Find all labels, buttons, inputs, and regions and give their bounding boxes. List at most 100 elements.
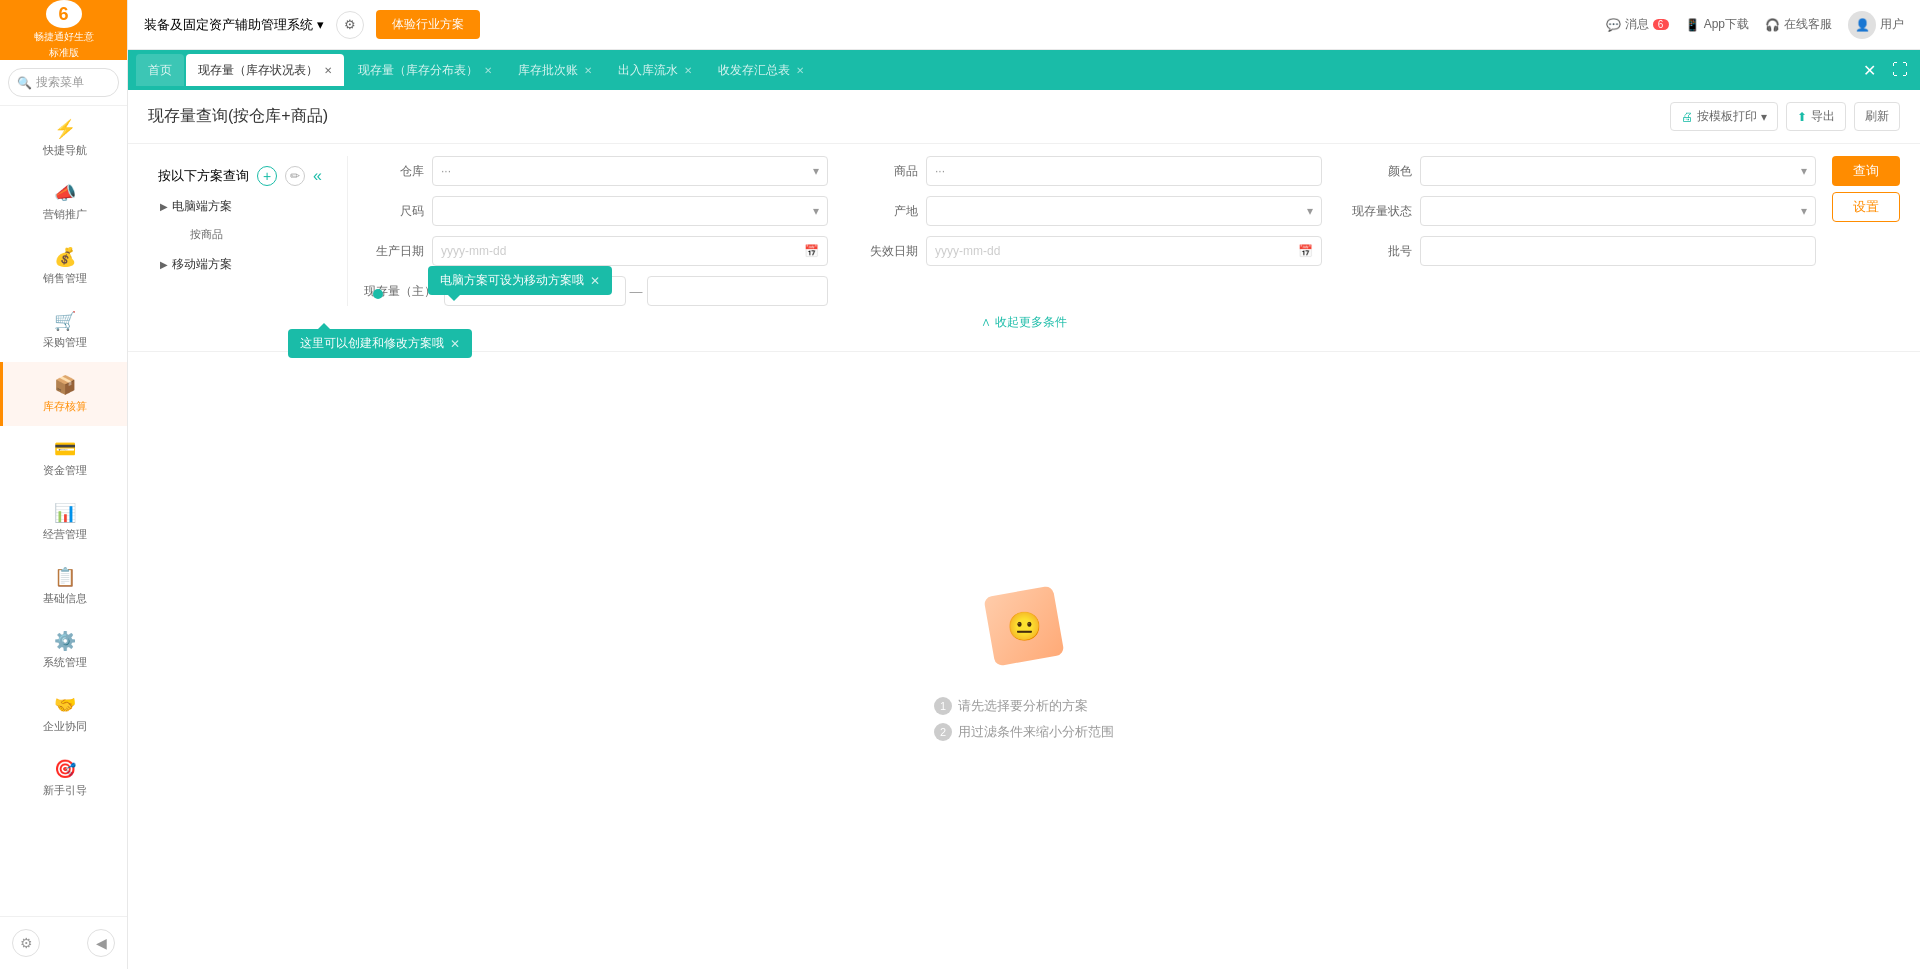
sidebar-item-system[interactable]: ⚙️ 系统管理 xyxy=(0,618,127,682)
origin-select[interactable]: ▾ xyxy=(926,196,1322,226)
export-button[interactable]: ⬆ 导出 xyxy=(1786,102,1846,131)
user-label: 用户 xyxy=(1880,16,1904,33)
page-title: 现存量查询(按仓库+商品) xyxy=(148,106,328,127)
hint-item-2: 2 用过滤条件来缩小分析范围 xyxy=(934,723,1114,741)
tab-collect-close[interactable]: ✕ xyxy=(796,65,804,76)
tooltip2-close-button[interactable]: ✕ xyxy=(450,337,460,351)
batch-label: 批号 xyxy=(1352,243,1412,260)
support-label: 在线客服 xyxy=(1784,16,1832,33)
collapse-label: 收起更多条件 xyxy=(995,315,1067,329)
quick-label: 快捷导航 xyxy=(43,143,87,158)
notice-icon: 💬 xyxy=(1606,18,1621,32)
tab-batch-close[interactable]: ✕ xyxy=(584,65,592,76)
desktop-arrow-icon: ▶ xyxy=(160,201,168,212)
industry-btn[interactable]: 体验行业方案 xyxy=(376,10,480,39)
expiry-date-placeholder: yyyy-mm-dd xyxy=(935,244,1000,258)
topbar: 装备及固定资产辅助管理系统 ▾ ⚙ 体验行业方案 💬 消息 6 📱 App下载 … xyxy=(128,0,1920,50)
sidebar-item-basic[interactable]: 📋 基础信息 xyxy=(0,554,127,618)
expiry-date-input[interactable]: yyyy-mm-dd 📅 xyxy=(926,236,1322,266)
sidebar-item-collab[interactable]: 🤝 企业协同 xyxy=(0,682,127,746)
print-icon: 🖨 xyxy=(1681,110,1693,124)
stock-status-filter-row: 现存量状态 ▾ xyxy=(1352,196,1816,226)
size-dropdown-icon: ▾ xyxy=(813,204,819,218)
size-select[interactable]: ▾ xyxy=(432,196,828,226)
tab-batch[interactable]: 库存批次账 ✕ xyxy=(506,54,604,86)
hint-text-2: 用过滤条件来缩小分析范围 xyxy=(958,723,1114,741)
product-filter-row: 商品 ··· xyxy=(858,156,1322,186)
tooltip1-close-button[interactable]: ✕ xyxy=(590,274,600,288)
tab-home[interactable]: 首页 xyxy=(136,54,184,86)
tab-collect[interactable]: 收发存汇总表 ✕ xyxy=(706,54,816,86)
color-select[interactable]: ▾ xyxy=(1420,156,1816,186)
filter-top-row: 按以下方案查询 + ✏ « xyxy=(158,166,337,186)
user-profile[interactable]: 👤 用户 xyxy=(1848,11,1904,39)
stock-main-max-input[interactable] xyxy=(647,276,829,306)
sidebar-item-operation[interactable]: 📊 经营管理 xyxy=(0,490,127,554)
search-menu-input[interactable]: 🔍 搜索菜单 xyxy=(8,68,119,97)
sub-scheme-item[interactable]: 按商品 xyxy=(174,223,337,246)
sidebar-item-finance[interactable]: 💳 资金管理 xyxy=(0,426,127,490)
scheme-mobile-group[interactable]: ▶ 移动端方案 xyxy=(158,252,337,277)
sales-label: 销售管理 xyxy=(43,271,87,286)
tab-inventory-dist[interactable]: 现存量（库存分布表） ✕ xyxy=(346,54,504,86)
sidebar-item-purchase[interactable]: 🛒 采购管理 xyxy=(0,298,127,362)
empty-illustration xyxy=(974,581,1074,681)
maximize-button[interactable]: ⛶ xyxy=(1888,57,1912,83)
warehouse-select[interactable]: ··· ▾ xyxy=(432,156,828,186)
guide-label: 新手引导 xyxy=(43,783,87,798)
system-label: 系统管理 xyxy=(43,655,87,670)
topbar-left: 装备及固定资产辅助管理系统 ▾ ⚙ 体验行业方案 xyxy=(144,10,480,39)
add-scheme-button[interactable]: + xyxy=(257,166,277,186)
quick-icon: ⚡ xyxy=(54,118,76,140)
print-dropdown-icon: ▾ xyxy=(1761,110,1767,124)
tab-batch-label: 库存批次账 xyxy=(518,62,578,79)
warehouse-dots: ··· xyxy=(441,164,451,178)
settings-button[interactable]: ⚙ xyxy=(12,929,40,957)
sidebar-item-guide[interactable]: 🎯 新手引导 xyxy=(0,746,127,810)
origin-dropdown-icon: ▾ xyxy=(1307,204,1313,218)
scheme-sub-items: 按商品 xyxy=(158,223,337,246)
tab-inventory-dist-close[interactable]: ✕ xyxy=(484,65,492,76)
manufacture-date-placeholder: yyyy-mm-dd xyxy=(441,244,506,258)
action-buttons: 查询 设置 xyxy=(1832,156,1900,306)
refresh-button[interactable]: 刷新 xyxy=(1854,102,1900,131)
stock-status-select[interactable]: ▾ xyxy=(1420,196,1816,226)
sidebar-search-area[interactable]: 🔍 搜索菜单 xyxy=(0,60,127,106)
support-button[interactable]: 🎧 在线客服 xyxy=(1765,16,1832,33)
calendar-icon: 📅 xyxy=(804,244,819,258)
back-button[interactable]: « xyxy=(313,167,322,185)
app-download-button[interactable]: 📱 App下载 xyxy=(1685,16,1749,33)
close-all-button[interactable]: ✕ xyxy=(1859,57,1880,84)
product-dots: ··· xyxy=(935,164,945,178)
sidebar: 6 畅捷通好生意 标准版 🔍 搜索菜单 ⚡ 快捷导航 📣 营销推广 💰 销售管理… xyxy=(0,0,128,969)
settings-gear-button[interactable]: ⚙ xyxy=(336,11,364,39)
system-name-dropdown[interactable]: 装备及固定资产辅助管理系统 ▾ xyxy=(144,16,324,34)
tooltip1-connector-dot xyxy=(373,289,383,299)
inventory-icon: 📦 xyxy=(54,374,76,396)
search-button[interactable]: 查询 xyxy=(1832,156,1900,186)
tooltip-scheme-create: 这里可以创建和修改方案哦 ✕ xyxy=(288,329,472,358)
dropdown-chevron-icon: ▾ xyxy=(317,17,324,32)
product-label: 商品 xyxy=(858,163,918,180)
batch-input[interactable] xyxy=(1420,236,1816,266)
origin-filter-row: 产地 ▾ xyxy=(858,196,1322,226)
collapse-sidebar-button[interactable]: ◀ xyxy=(87,929,115,957)
tab-inventory-status-close[interactable]: ✕ xyxy=(324,65,332,76)
guide-icon: 🎯 xyxy=(54,758,76,780)
sidebar-item-sales[interactable]: 💰 销售管理 xyxy=(0,234,127,298)
edit-scheme-button[interactable]: ✏ xyxy=(285,166,305,186)
manufacture-date-input[interactable]: yyyy-mm-dd 📅 xyxy=(432,236,828,266)
tab-flow-close[interactable]: ✕ xyxy=(684,65,692,76)
marketing-label: 营销推广 xyxy=(43,207,87,222)
scheme-desktop-group[interactable]: ▶ 电脑端方案 xyxy=(158,194,337,219)
product-select[interactable]: ··· xyxy=(926,156,1322,186)
sidebar-item-inventory[interactable]: 📦 库存核算 xyxy=(0,362,127,426)
notice-button[interactable]: 💬 消息 6 xyxy=(1606,16,1669,33)
reset-button[interactable]: 设置 xyxy=(1832,192,1900,222)
sidebar-item-marketing[interactable]: 📣 营销推广 xyxy=(0,170,127,234)
sidebar-item-quick[interactable]: ⚡ 快捷导航 xyxy=(0,106,127,170)
tab-flow[interactable]: 出入库流水 ✕ xyxy=(606,54,704,86)
print-button[interactable]: 🖨 按模板打印 ▾ xyxy=(1670,102,1778,131)
tab-inventory-status[interactable]: 现存量（库存状况表） ✕ xyxy=(186,54,344,86)
notice-badge: 6 xyxy=(1653,19,1669,30)
